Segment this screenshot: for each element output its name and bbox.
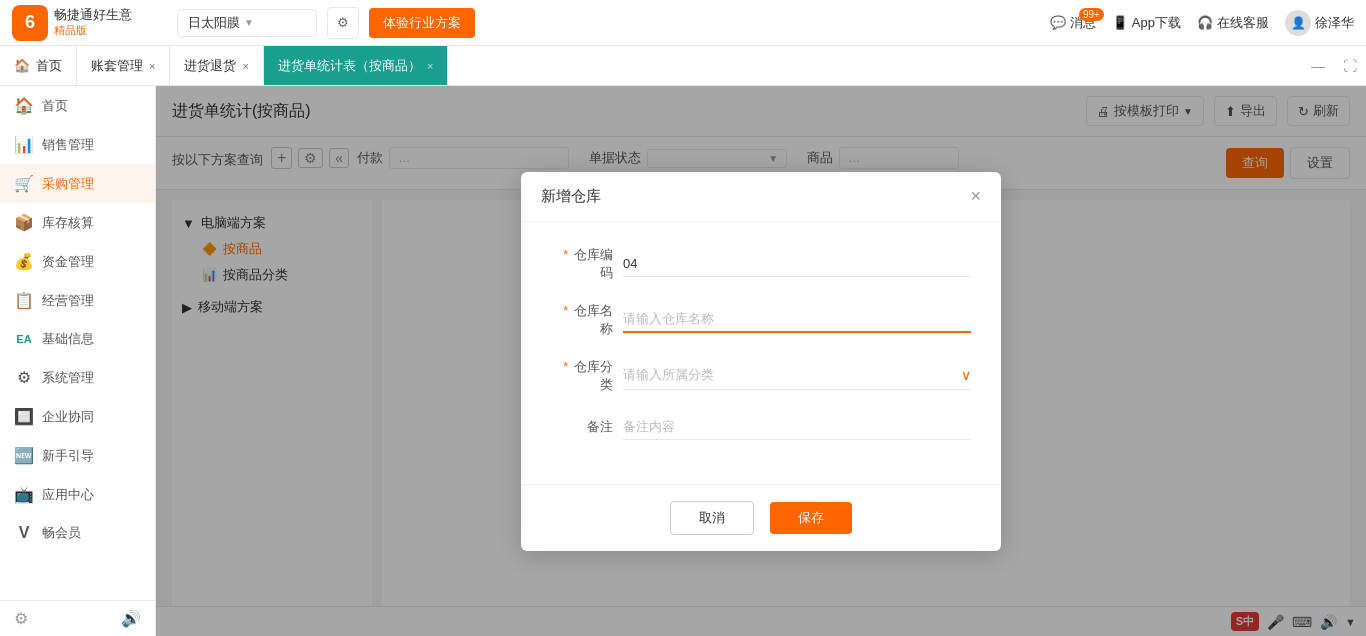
label-remark: 备注 — [551, 418, 623, 436]
app-download-btn[interactable]: 📱 App下载 — [1112, 14, 1181, 32]
tab-close-purchase-return[interactable]: × — [242, 60, 248, 72]
new-warehouse-modal: 新增仓库 × * 仓库编码 * — [521, 172, 1001, 551]
inventory-icon: 📦 — [14, 213, 34, 232]
top-right-area: 💬 消息 99+ 📱 App下载 🎧 在线客服 👤 徐泽华 — [1050, 10, 1354, 36]
home-icon: 🏠 — [14, 96, 34, 115]
sales-icon: 📊 — [14, 135, 34, 154]
maximize-button[interactable]: ⛶ — [1334, 46, 1366, 86]
modal-title: 新增仓库 — [541, 187, 601, 206]
form-row-remark: 备注 — [551, 414, 971, 440]
message-icon: 💬 — [1050, 15, 1066, 30]
warehouse-remark-input[interactable] — [623, 414, 971, 440]
window-buttons: — ⛶ — [1302, 46, 1366, 86]
store-selector[interactable]: 日太阳膜 ▼ — [177, 9, 317, 37]
home-icon: 🏠 — [14, 58, 30, 73]
gear-icon: ⚙ — [337, 15, 349, 30]
sidebar-item-home[interactable]: 🏠 首页 — [0, 86, 155, 125]
required-star: * — [563, 247, 568, 262]
form-row-code: * 仓库编码 — [551, 246, 971, 282]
tab-purchase-return[interactable]: 进货退货 × — [170, 46, 263, 86]
system-icon: ⚙ — [14, 368, 34, 387]
chevron-down-icon: ▼ — [244, 17, 254, 28]
logo-area: 6 畅捷通好生意 精品版 — [12, 5, 167, 41]
guide-icon: 🆕 — [14, 446, 34, 465]
vip-icon: V — [14, 524, 34, 542]
basics-icon: EA — [14, 333, 34, 345]
minimize-button[interactable]: — — [1302, 46, 1334, 86]
sidebar-item-purchase[interactable]: 🛒 采购管理 — [0, 164, 155, 203]
message-badge: 99+ — [1079, 8, 1104, 21]
finance-icon: 💰 — [14, 252, 34, 271]
sidebar-item-operations[interactable]: 📋 经营管理 — [0, 281, 155, 320]
online-service-btn[interactable]: 🎧 在线客服 — [1197, 14, 1269, 32]
sidebar-item-enterprise[interactable]: 🔲 企业协同 — [0, 397, 155, 436]
modal-overlay: 新增仓库 × * 仓库编码 * — [156, 86, 1366, 636]
required-star-category: * — [563, 359, 568, 374]
sidebar-item-sales[interactable]: 📊 销售管理 — [0, 125, 155, 164]
warehouse-category-select[interactable]: 请输入所属分类 ∨ — [623, 361, 971, 390]
sidebar-item-system[interactable]: ⚙ 系统管理 — [0, 358, 155, 397]
volume-icon[interactable]: 🔊 — [121, 609, 141, 628]
save-button[interactable]: 保存 — [770, 502, 852, 534]
label-category: * 仓库分类 — [551, 358, 623, 394]
content-area: 进货单统计(按商品) 🖨 按模板打印 ▼ ⬆ 导出 ↻ 刷新 按以下方案查询 — [156, 86, 1366, 636]
modal-header: 新增仓库 × — [521, 172, 1001, 222]
apps-icon: 📺 — [14, 485, 34, 504]
sidebar-item-guide[interactable]: 🆕 新手引导 — [0, 436, 155, 475]
settings-button[interactable]: ⚙ — [327, 7, 359, 39]
warehouse-code-input[interactable] — [623, 251, 971, 277]
headset-icon: 🎧 — [1197, 15, 1213, 30]
main-layout: 🏠 首页 📊 销售管理 🛒 采购管理 📦 库存核算 💰 资金管理 📋 经营管理 … — [0, 86, 1366, 636]
operations-icon: 📋 — [14, 291, 34, 310]
enterprise-icon: 🔲 — [14, 407, 34, 426]
top-bar: 6 畅捷通好生意 精品版 日太阳膜 ▼ ⚙ 体验行业方案 💬 消息 99+ 📱 … — [0, 0, 1366, 46]
purchase-icon: 🛒 — [14, 174, 34, 193]
app-name: 畅捷通好生意 — [54, 7, 132, 24]
category-arrow-icon: ∨ — [961, 367, 971, 383]
message-btn[interactable]: 💬 消息 99+ — [1050, 14, 1096, 32]
tab-close-account[interactable]: × — [149, 60, 155, 72]
cancel-button[interactable]: 取消 — [670, 501, 754, 535]
sidebar-item-apps[interactable]: 📺 应用中心 — [0, 475, 155, 514]
sidebar-item-inventory[interactable]: 📦 库存核算 — [0, 203, 155, 242]
category-placeholder: 请输入所属分类 — [623, 366, 714, 384]
modal-footer: 取消 保存 — [521, 484, 1001, 551]
sidebar: 🏠 首页 📊 销售管理 🛒 采购管理 📦 库存核算 💰 资金管理 📋 经营管理 … — [0, 86, 156, 636]
modal-body: * 仓库编码 * 仓库名称 — [521, 222, 1001, 484]
warehouse-name-input[interactable] — [623, 306, 971, 333]
tab-purchase-stats[interactable]: 进货单统计表（按商品） × — [264, 46, 448, 86]
tab-account[interactable]: 账套管理 × — [77, 46, 170, 86]
tab-home[interactable]: 🏠 首页 — [0, 46, 77, 86]
store-name: 日太阳膜 — [188, 14, 240, 32]
nav-tabs: 🏠 首页 账套管理 × 进货退货 × 进货单统计表（按商品） × — ⛶ — [0, 46, 1366, 86]
phone-icon: 📱 — [1112, 15, 1128, 30]
required-star-name: * — [563, 303, 568, 318]
form-row-category: * 仓库分类 请输入所属分类 ∨ — [551, 358, 971, 394]
form-row-name: * 仓库名称 — [551, 302, 971, 338]
trial-button[interactable]: 体验行业方案 — [369, 8, 475, 38]
label-name: * 仓库名称 — [551, 302, 623, 338]
sidebar-item-finance[interactable]: 💰 资金管理 — [0, 242, 155, 281]
sidebar-item-vip[interactable]: V 畅会员 — [0, 514, 155, 552]
sidebar-bottom: ⚙ 🔊 — [0, 600, 155, 636]
modal-close-button[interactable]: × — [970, 186, 981, 207]
app-badge: 精品版 — [54, 23, 132, 38]
tab-close-purchase-stats[interactable]: × — [427, 60, 433, 72]
sidebar-item-basics[interactable]: EA 基础信息 — [0, 320, 155, 358]
user-menu-btn[interactable]: 👤 徐泽华 — [1285, 10, 1354, 36]
app-logo: 6 — [12, 5, 48, 41]
settings-small-icon[interactable]: ⚙ — [14, 609, 28, 628]
label-code: * 仓库编码 — [551, 246, 623, 282]
avatar: 👤 — [1285, 10, 1311, 36]
